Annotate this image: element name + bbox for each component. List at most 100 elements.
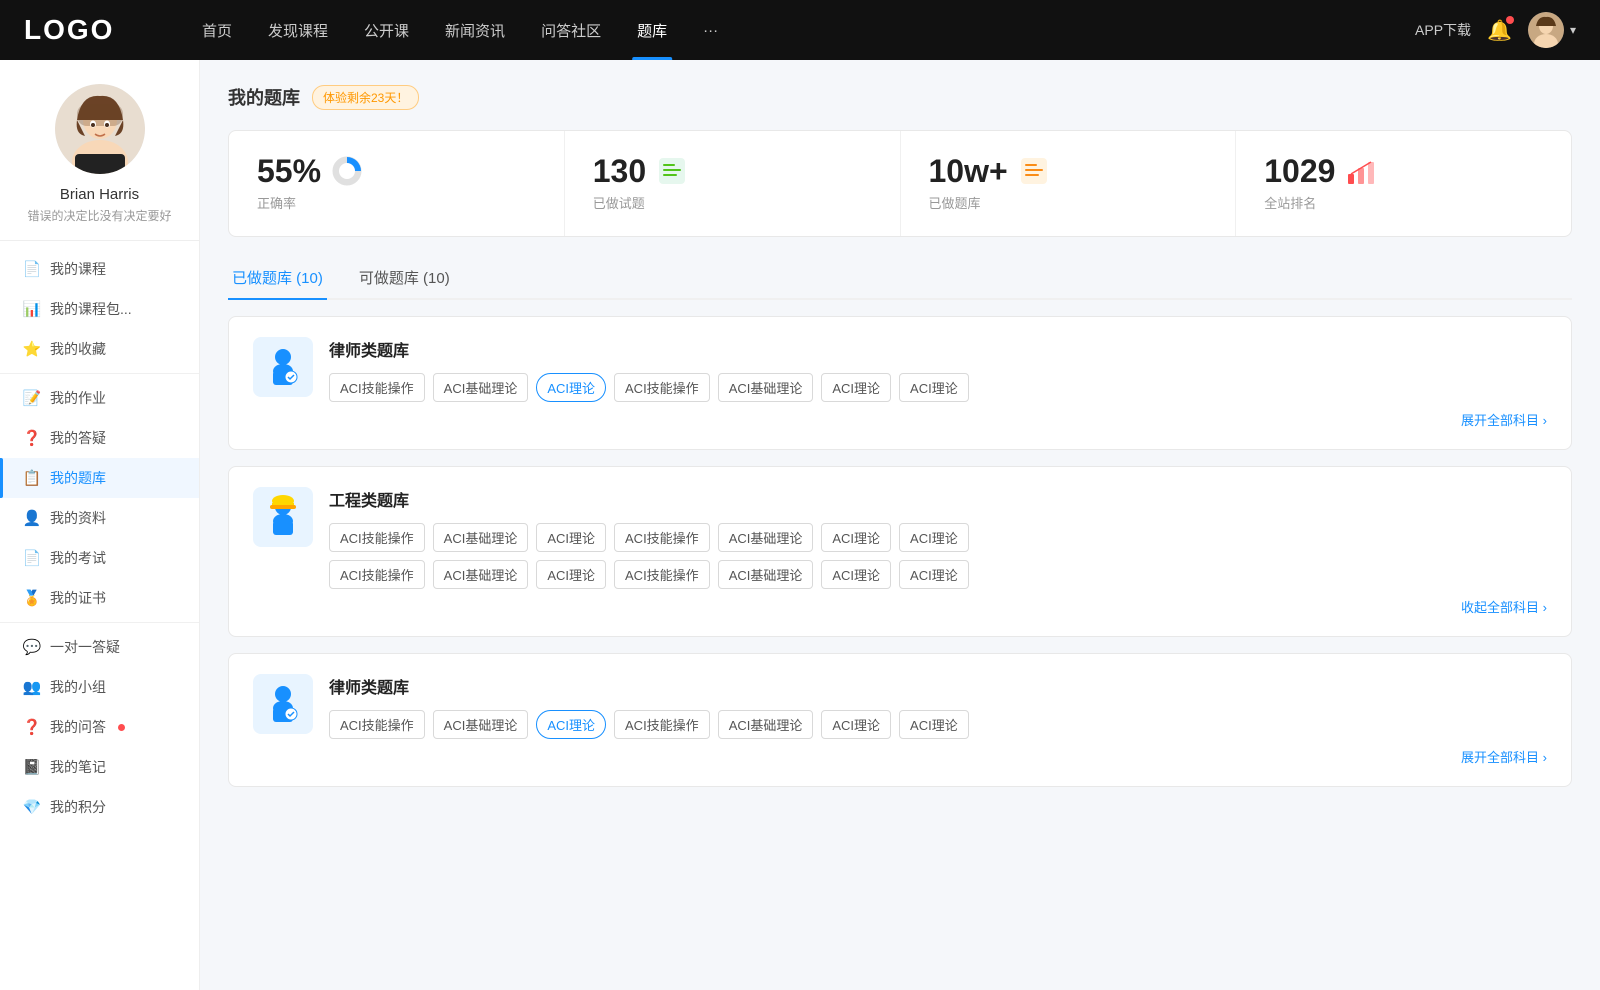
tag[interactable]: ACI理论 [899, 560, 969, 589]
qbank-icon: 📋 [24, 470, 40, 486]
sidebar-item-notes[interactable]: 📓 我的笔记 [0, 747, 199, 787]
tab-done[interactable]: 已做题库 (10) [228, 257, 327, 300]
sidebar-item-label: 我的考试 [50, 548, 106, 568]
tab-todo[interactable]: 可做题库 (10) [355, 257, 454, 300]
tag[interactable]: ACI基础理论 [433, 373, 529, 402]
tag-active[interactable]: ACI理论 [536, 710, 606, 739]
list-icon-green [656, 155, 688, 187]
sidebar-item-1on1[interactable]: 💬 一对一答疑 [0, 627, 199, 667]
tag[interactable]: ACI基础理论 [433, 710, 529, 739]
tag[interactable]: ACI理论 [899, 523, 969, 552]
tag[interactable]: ACI理论 [536, 560, 606, 589]
stat-top-accuracy: 55% [257, 155, 536, 187]
tag[interactable]: ACI理论 [821, 560, 891, 589]
nav-discover[interactable]: 发现课程 [250, 0, 346, 60]
tag[interactable]: ACI理论 [821, 710, 891, 739]
tag[interactable]: ACI基础理论 [718, 560, 814, 589]
notification-bell[interactable]: 🔔 [1487, 18, 1512, 43]
profile-icon: 👤 [24, 510, 40, 526]
collapse-link-2[interactable]: 收起全部科目 › [329, 597, 1547, 616]
favorites-icon: ⭐ [24, 341, 40, 357]
tag[interactable]: ACI理论 [821, 373, 891, 402]
main-layout: Brian Harris 错误的决定比没有决定要好 📄 我的课程 📊 我的课程包… [0, 60, 1600, 990]
sidebar-item-homework[interactable]: 📝 我的作业 [0, 378, 199, 418]
expand-link-3[interactable]: 展开全部科目 › [329, 747, 1547, 766]
qbank-title-1: 律师类题库 [329, 337, 1547, 361]
sidebar-item-exam[interactable]: 📄 我的考试 [0, 538, 199, 578]
coursepackage-icon: 📊 [24, 301, 40, 317]
sidebar-item-label: 我的作业 [50, 388, 106, 408]
sidebar-item-qa[interactable]: ❓ 我的答疑 [0, 418, 199, 458]
main-content: 我的题库 体验剩余23天！ 55% 正确 [200, 60, 1600, 990]
tag[interactable]: ACI理论 [899, 373, 969, 402]
qbank-header-2: 工程类题库 ACI技能操作 ACI基础理论 ACI理论 ACI技能操作 ACI基… [253, 487, 1547, 616]
profile-name: Brian Harris [60, 186, 139, 203]
tag[interactable]: ACI技能操作 [329, 710, 425, 739]
tag[interactable]: ACI理论 [536, 523, 606, 552]
tag[interactable]: ACI技能操作 [329, 560, 425, 589]
qbank-card-lawyer-2: 律师类题库 ACI技能操作 ACI基础理论 ACI理论 ACI技能操作 ACI基… [228, 653, 1572, 787]
tag[interactable]: ACI理论 [821, 523, 891, 552]
sidebar-item-qbank[interactable]: 📋 我的题库 [0, 458, 199, 498]
sidebar-item-points[interactable]: 💎 我的积分 [0, 787, 199, 827]
stat-top-questions: 130 [593, 155, 872, 187]
ranking-label: 全站排名 [1264, 193, 1543, 212]
sidebar-profile: Brian Harris 错误的决定比没有决定要好 [0, 60, 199, 241]
tags-row-1: ACI技能操作 ACI基础理论 ACI理论 ACI技能操作 ACI基础理论 AC… [329, 373, 1547, 402]
sidebar-item-favorites[interactable]: ⭐ 我的收藏 [0, 329, 199, 369]
qbank-title-2: 工程类题库 [329, 487, 1547, 511]
tag[interactable]: ACI理论 [899, 710, 969, 739]
certificate-icon: 🏅 [24, 590, 40, 606]
stat-ranking: 1029 全站排名 [1236, 131, 1571, 236]
sidebar-item-label: 我的课程包... [50, 299, 132, 319]
tag[interactable]: ACI技能操作 [614, 523, 710, 552]
sidebar-item-profile[interactable]: 👤 我的资料 [0, 498, 199, 538]
expand-link-1[interactable]: 展开全部科目 › [329, 410, 1547, 429]
logo: LOGO [24, 14, 144, 46]
tag[interactable]: ACI基础理论 [433, 523, 529, 552]
sidebar-item-certificate[interactable]: 🏅 我的证书 [0, 578, 199, 618]
qbank-body-1: 律师类题库 ACI技能操作 ACI基础理论 ACI理论 ACI技能操作 ACI基… [329, 337, 1547, 429]
sidebar-item-group[interactable]: 👥 我的小组 [0, 667, 199, 707]
tag[interactable]: ACI技能操作 [614, 710, 710, 739]
profile-motto: 错误的决定比没有决定要好 [27, 207, 171, 224]
dropdown-arrow: ▾ [1570, 23, 1576, 37]
qbank-title-3: 律师类题库 [329, 674, 1547, 698]
tag[interactable]: ACI技能操作 [329, 373, 425, 402]
nav-qa[interactable]: 问答社区 [523, 0, 619, 60]
sidebar-divider-1 [0, 373, 199, 374]
page-title: 我的题库 [228, 84, 300, 110]
tag[interactable]: ACI基础理论 [718, 710, 814, 739]
qbank-icon-engineer [253, 487, 313, 547]
qa-icon: ❓ [24, 430, 40, 446]
tag[interactable]: ACI基础理论 [718, 523, 814, 552]
list-icon-orange [1018, 155, 1050, 187]
nav-news[interactable]: 新闻资讯 [427, 0, 523, 60]
app-download-btn[interactable]: APP下载 [1415, 20, 1471, 40]
nav-opencourse[interactable]: 公开课 [346, 0, 427, 60]
tag[interactable]: ACI技能操作 [614, 560, 710, 589]
tag[interactable]: ACI技能操作 [614, 373, 710, 402]
tabs-row: 已做题库 (10) 可做题库 (10) [228, 257, 1572, 300]
sidebar-item-coursepackage[interactable]: 📊 我的课程包... [0, 289, 199, 329]
banks-label: 已做题库 [929, 193, 1208, 212]
sidebar-item-label: 我的小组 [50, 677, 106, 697]
trial-badge: 体验剩余23天！ [312, 85, 419, 110]
user-avatar-wrapper[interactable]: ▾ [1528, 12, 1576, 48]
stat-questions: 130 已做试题 [565, 131, 901, 236]
sidebar-item-myqa[interactable]: ❓ 我的问答 [0, 707, 199, 747]
sidebar-item-label: 我的答疑 [50, 428, 106, 448]
tag-active[interactable]: ACI理论 [536, 373, 606, 402]
nav-more[interactable]: ··· [685, 0, 736, 60]
sidebar-item-course[interactable]: 📄 我的课程 [0, 249, 199, 289]
avatar [1528, 12, 1564, 48]
ranking-value: 1029 [1264, 155, 1335, 187]
exam-icon: 📄 [24, 550, 40, 566]
tag[interactable]: ACI技能操作 [329, 523, 425, 552]
notification-dot [1506, 16, 1514, 24]
nav-qbank[interactable]: 题库 [619, 0, 685, 60]
tags-row-3: ACI技能操作 ACI基础理论 ACI理论 ACI技能操作 ACI基础理论 AC… [329, 710, 1547, 739]
nav-home[interactable]: 首页 [184, 0, 250, 60]
tag[interactable]: ACI基础理论 [433, 560, 529, 589]
tag[interactable]: ACI基础理论 [718, 373, 814, 402]
